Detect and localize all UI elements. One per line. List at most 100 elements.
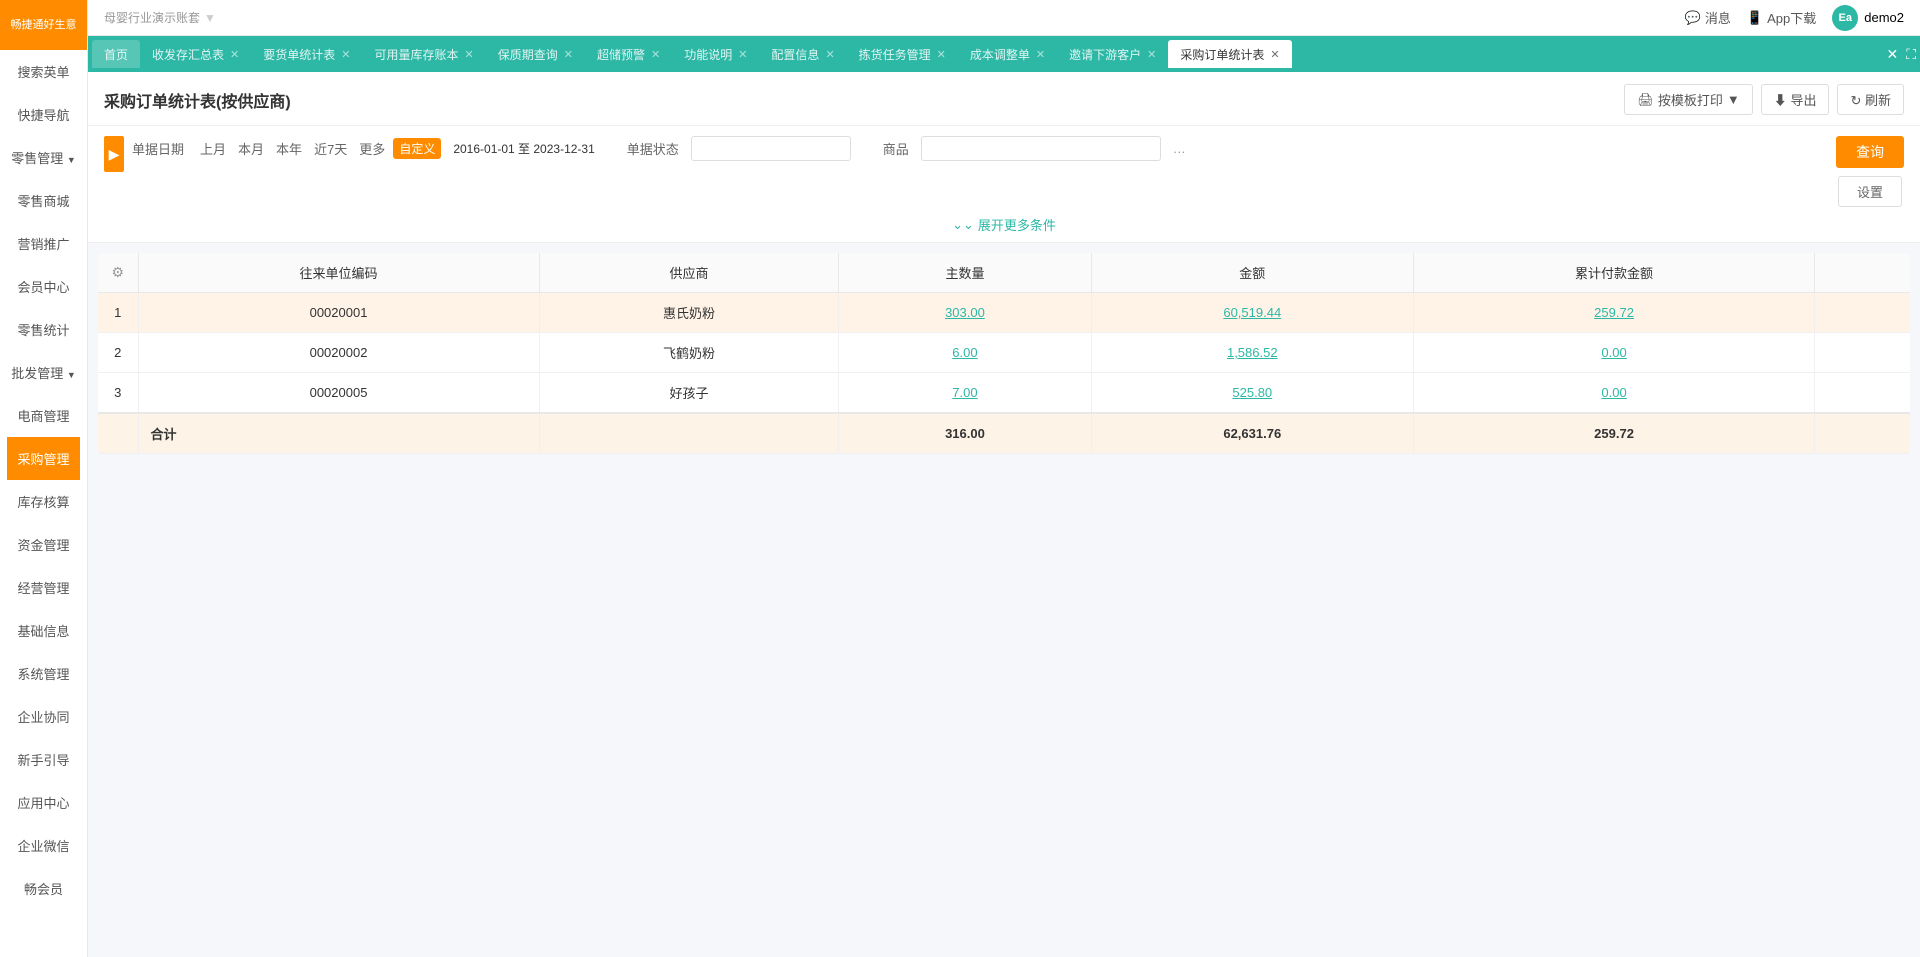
page-content: 采购订单统计表(按供应商) 🖨 按模板打印 ▼ ⬇ 导出 ↻ 刷新 bbox=[88, 72, 1920, 957]
refresh-label: 刷新 bbox=[1865, 93, 1891, 108]
sidebar-item-newguide[interactable]: 新手引导 bbox=[7, 738, 80, 781]
status-filter-label: 单据状态 bbox=[627, 139, 679, 158]
user-menu[interactable]: Ea demo2 bbox=[1832, 5, 1904, 31]
print-button[interactable]: 🖨 按模板打印 ▼ bbox=[1624, 84, 1752, 115]
tab-requisition[interactable]: 要货单统计表✕ bbox=[251, 40, 362, 68]
tab-bar: 首页收发存汇总表✕要货单统计表✕可用量库存账本✕保质期查询✕超储预警✕功能说明✕… bbox=[88, 36, 1920, 72]
export-button[interactable]: ⬇ 导出 bbox=[1761, 84, 1830, 115]
sidebar-item-operations[interactable]: 经营管理 bbox=[7, 566, 80, 609]
tab-close-purchasestat[interactable]: ✕ bbox=[1270, 48, 1279, 61]
column-settings-icon[interactable]: ⚙ bbox=[111, 264, 124, 280]
col-code: 往来单位编码 bbox=[138, 253, 539, 293]
col-settings: ⚙ bbox=[98, 253, 138, 293]
expand-more-row: ⌄⌄ 展开更多条件 bbox=[104, 207, 1904, 242]
shortcut-custom[interactable]: 自定义 bbox=[393, 138, 441, 159]
message-icon: 💬 bbox=[1685, 10, 1701, 26]
tab-label-availstock: 可用量库存账本 bbox=[374, 46, 458, 63]
cell-amount-0: 60,519.44 bbox=[1091, 293, 1414, 333]
status-select[interactable] bbox=[691, 136, 851, 161]
tab-expiry[interactable]: 保质期查询 ✕ bbox=[486, 40, 585, 68]
qty-link-2[interactable]: 7.00 bbox=[952, 385, 977, 400]
amount-link-2[interactable]: 525.80 bbox=[1232, 385, 1272, 400]
tab-invitecust[interactable]: 邀请下游客户✕ bbox=[1057, 40, 1168, 68]
settings-button[interactable]: 设置 bbox=[1838, 176, 1902, 207]
tab-close-recvpay[interactable]: ✕ bbox=[230, 48, 239, 61]
sidebar-item-vip[interactable]: 畅会员 bbox=[7, 867, 80, 910]
expand-more-button[interactable]: ⌄⌄ 展开更多条件 bbox=[952, 215, 1056, 234]
sidebar-item-inventory[interactable]: 库存核算 bbox=[7, 480, 80, 523]
sidebar-item-ecommerce[interactable]: 电商管理 bbox=[7, 394, 80, 437]
app-logo: 畅捷通好生意 bbox=[0, 0, 88, 50]
tab-close-config[interactable]: ✕ bbox=[825, 48, 834, 61]
logo-text: 畅捷通好生意 bbox=[11, 18, 77, 32]
sidebar-item-search[interactable]: 搜索英单 bbox=[7, 50, 80, 93]
query-button[interactable]: 查询 bbox=[1836, 136, 1904, 168]
sidebar-item-members[interactable]: 会员中心 bbox=[7, 265, 80, 308]
tab-config[interactable]: 配置信息✕ bbox=[759, 40, 846, 68]
col-supplier: 供应商 bbox=[539, 253, 839, 293]
tab-close-overstock[interactable]: ✕ bbox=[651, 48, 660, 61]
tab-close-availstock[interactable]: ✕ bbox=[465, 48, 474, 61]
shortcut-last-month[interactable]: 上月 bbox=[196, 137, 230, 160]
amount-link-0[interactable]: 60,519.44 bbox=[1223, 305, 1281, 320]
arrow-icon: ▼ bbox=[67, 370, 76, 380]
close-all-icon[interactable]: ✕ bbox=[1886, 46, 1898, 63]
qty-link-0[interactable]: 303.00 bbox=[945, 305, 985, 320]
amount-link-1[interactable]: 1,586.52 bbox=[1227, 345, 1278, 360]
sidebar-item-wholesale[interactable]: 批发管理 ▼ bbox=[7, 351, 80, 394]
goods-input[interactable] bbox=[921, 136, 1161, 161]
breadcrumb-area: 母婴行业演示账套 ▼ bbox=[104, 0, 1669, 35]
paid-link-0[interactable]: 259.72 bbox=[1594, 305, 1634, 320]
filter-actions: 查询 设置 bbox=[1836, 136, 1904, 207]
tab-close-expiry[interactable]: ✕ bbox=[564, 48, 573, 61]
tab-home[interactable]: 首页 bbox=[92, 40, 140, 68]
sidebar-item-purchase[interactable]: 采购管理 bbox=[7, 437, 80, 480]
sidebar-item-retail-shop[interactable]: 零售商城 bbox=[7, 179, 80, 222]
expand-filter-button[interactable]: ▶ bbox=[104, 136, 124, 172]
tab-funcguide[interactable]: 功能说明✕ bbox=[672, 40, 759, 68]
shortcut-more[interactable]: 更多 bbox=[355, 137, 389, 160]
tab-close-requisition[interactable]: ✕ bbox=[341, 48, 350, 61]
sidebar-item-marketing[interactable]: 营销推广 bbox=[7, 222, 80, 265]
tab-label-expiry: 保质期查询 bbox=[498, 46, 558, 63]
cell-amount-2: 525.80 bbox=[1091, 373, 1414, 414]
tab-close-picktask[interactable]: ✕ bbox=[937, 48, 946, 61]
sidebar-item-finance[interactable]: 资金管理 bbox=[7, 523, 80, 566]
app-download-button[interactable]: 📱 App下载 bbox=[1747, 8, 1816, 27]
tab-purchasestat[interactable]: 采购订单统计表✕ bbox=[1168, 40, 1291, 68]
filter-row-1: 单据日期 上月 本月 本年 近7天 更多 自定义 2016-01-01 至 20… bbox=[132, 136, 1828, 161]
sidebar-item-retail[interactable]: 零售管理 ▼ bbox=[7, 136, 80, 179]
cell-supplier-1: 飞鹤奶粉 bbox=[539, 333, 839, 373]
tab-label-costadjust: 成本调整单 bbox=[970, 46, 1030, 63]
tab-overstock[interactable]: 超储预警 ✕ bbox=[585, 40, 672, 68]
sidebar-item-wechat[interactable]: 企业微信 bbox=[7, 824, 80, 867]
tab-recvpay[interactable]: 收发存汇总表✕ bbox=[140, 40, 251, 68]
sidebar-item-system[interactable]: 系统管理 bbox=[7, 652, 80, 695]
tab-close-costadjust[interactable]: ✕ bbox=[1036, 48, 1045, 61]
shortcut-7days[interactable]: 近7天 bbox=[310, 137, 351, 160]
tab-label-overstock: 超储预警 bbox=[597, 46, 645, 63]
qty-link-1[interactable]: 6.00 bbox=[952, 345, 977, 360]
goods-more-icon[interactable]: … bbox=[1173, 141, 1186, 156]
shortcut-this-year[interactable]: 本年 bbox=[272, 137, 306, 160]
tab-close-funcguide[interactable]: ✕ bbox=[738, 48, 747, 61]
paid-link-2[interactable]: 0.00 bbox=[1601, 385, 1626, 400]
shortcut-this-month[interactable]: 本月 bbox=[234, 137, 268, 160]
tab-close-invitecust[interactable]: ✕ bbox=[1147, 48, 1156, 61]
tab-availstock[interactable]: 可用量库存账本 ✕ bbox=[362, 40, 485, 68]
tab-costadjust[interactable]: 成本调整单 ✕ bbox=[958, 40, 1057, 68]
tab-picktask[interactable]: 拣货任务管理✕ bbox=[847, 40, 958, 68]
purchase-stats-table: ⚙ 往来单位编码 供应商 主数量 金额 累计付款金额 1 00020001 惠氏… bbox=[98, 253, 1910, 454]
paid-link-1[interactable]: 0.00 bbox=[1601, 345, 1626, 360]
sidebar-item-quicknav[interactable]: 快捷导航 bbox=[7, 93, 80, 136]
cell-paid-1: 0.00 bbox=[1414, 333, 1815, 373]
refresh-button[interactable]: ↻ 刷新 bbox=[1837, 84, 1904, 115]
sidebar-item-enterprise[interactable]: 企业协同 bbox=[7, 695, 80, 738]
tab-label-home: 首页 bbox=[104, 46, 128, 63]
sidebar-item-basic[interactable]: 基础信息 bbox=[7, 609, 80, 652]
footer-amount: 62,631.76 bbox=[1091, 413, 1414, 454]
sidebar-item-appcenter[interactable]: 应用中心 bbox=[7, 781, 80, 824]
sidebar-item-retail-stats[interactable]: 零售统计 bbox=[7, 308, 80, 351]
message-button[interactable]: 💬 消息 bbox=[1685, 8, 1731, 27]
maximize-icon[interactable]: ⛶ bbox=[1906, 46, 1916, 63]
